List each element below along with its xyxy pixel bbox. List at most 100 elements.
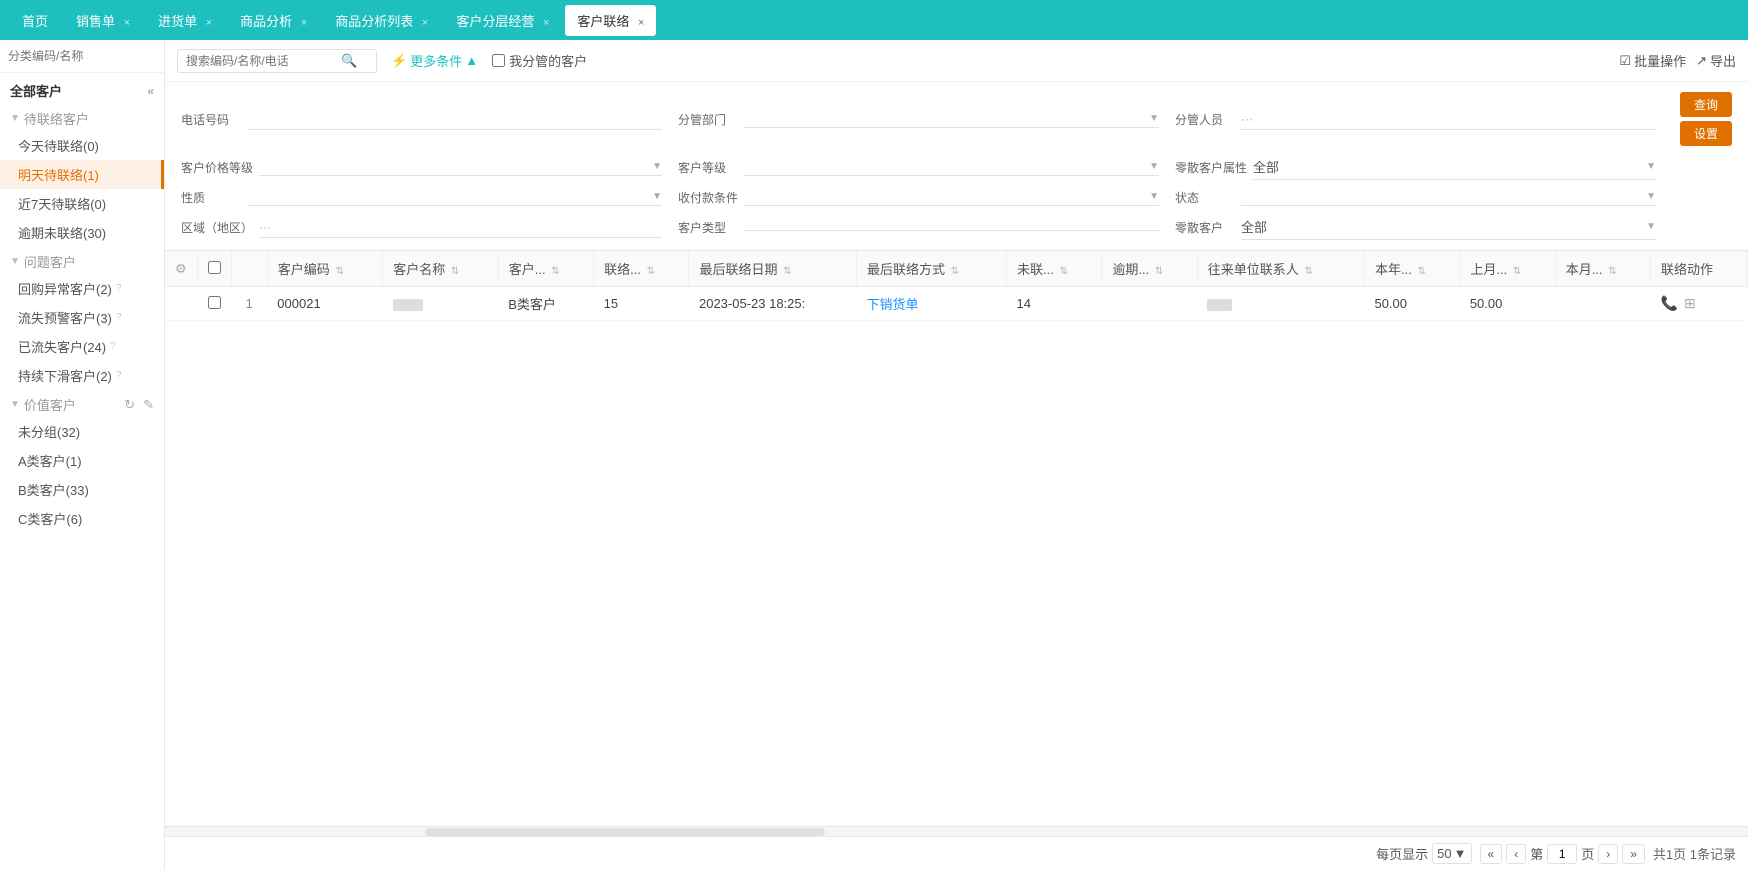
grid-action-icon[interactable]: ⊞ <box>1684 295 1696 312</box>
page-size-value: 50 <box>1437 846 1451 861</box>
value-tier-label: 客户价格等级 <box>181 159 253 176</box>
name-header[interactable]: 客户名称 ⇅ <box>383 251 498 287</box>
nav-purchase[interactable]: 进货单 × <box>146 5 224 36</box>
last-page-button[interactable]: » <box>1622 844 1645 864</box>
value-tier-select[interactable]: ▼ <box>259 158 662 176</box>
sidebar-search-input[interactable] <box>8 49 163 63</box>
customer-type-select[interactable] <box>744 224 1159 231</box>
more-filter-button[interactable]: ⚡ 更多条件 ▲ <box>385 48 484 73</box>
nav-product-list[interactable]: 商品分析列表 × <box>323 5 440 36</box>
value-tier-field: 客户价格等级 ▼ <box>181 158 662 176</box>
close-product-analysis-icon[interactable]: × <box>301 17 307 29</box>
customer-type-label: 客户类型 <box>678 219 738 236</box>
overdue-header[interactable]: 逾期... ⇅ <box>1102 251 1197 287</box>
page-number-input[interactable] <box>1547 844 1577 864</box>
last-date-header[interactable]: 最后联络日期 ⇅ <box>689 251 857 287</box>
sidebar-item-overdue[interactable]: 逾期未联络(30) <box>0 218 164 247</box>
last-method-header[interactable]: 最后联络方式 ⇅ <box>857 251 1007 287</box>
export-button[interactable]: ↗ 导出 <box>1696 51 1736 70</box>
reset-button[interactable]: 设置 <box>1680 121 1732 146</box>
pay-terms-select[interactable]: ▼ <box>744 188 1159 206</box>
sidebar-item-ungrouped[interactable]: 未分组(32) <box>0 417 164 446</box>
sidebar-item-continuous-decline[interactable]: 持续下滑客户(2) ? <box>0 361 164 390</box>
retail-attr-select[interactable]: 全部 ▼ <box>1253 154 1656 180</box>
customer-level-select[interactable]: ▼ <box>744 158 1159 176</box>
gear-header[interactable]: ⚙ <box>165 251 197 287</box>
pay-terms-field: 收付款条件 ▼ <box>678 188 1159 206</box>
manager-field: 分管人员 ··· <box>1175 109 1656 130</box>
nav-sales[interactable]: 销售单 × <box>64 5 142 36</box>
close-product-list-icon[interactable]: × <box>422 17 428 29</box>
prev-page-button[interactable]: ‹ <box>1506 844 1526 864</box>
region-dots-icon[interactable]: ··· <box>259 220 271 234</box>
first-page-button[interactable]: « <box>1480 844 1503 864</box>
nature-select[interactable]: ▼ <box>247 188 662 206</box>
retail-customer-select[interactable]: 全部 ▼ <box>1241 214 1656 240</box>
last-month-header[interactable]: 上月... ⇅ <box>1460 251 1555 287</box>
sidebar-item-lost[interactable]: 已流失客户(24) ? <box>0 332 164 361</box>
sidebar-search-box[interactable]: 🔍 <box>0 40 164 73</box>
sidebar-item-7days[interactable]: 近7天待联络(0) <box>0 189 164 218</box>
sort-icon-overdue: ⇅ <box>1155 266 1163 277</box>
nav-customer-tier[interactable]: 客户分层经营 × <box>444 5 561 36</box>
select-all-checkbox[interactable] <box>208 261 221 274</box>
phone-action-icon[interactable]: 📞 <box>1661 295 1678 312</box>
collapse-icon[interactable]: « <box>147 84 154 98</box>
row-last-method[interactable]: 下销货单 <box>857 287 1007 321</box>
blurred-name <box>393 299 424 311</box>
refresh-icon[interactable]: ↻ <box>124 397 135 413</box>
edit-icon[interactable]: ✎ <box>143 397 154 413</box>
query-button[interactable]: 查询 <box>1680 92 1732 117</box>
type-header[interactable]: 客户... ⇅ <box>498 251 593 287</box>
phone-field: 电话号码 <box>181 109 662 130</box>
close-sales-icon[interactable]: × <box>124 17 130 29</box>
my-customers-checkbox[interactable]: 我分管的客户 <box>492 51 587 70</box>
close-purchase-icon[interactable]: × <box>206 17 212 29</box>
code-header[interactable]: 客户编码 ⇅ <box>267 251 382 287</box>
page-size-select[interactable]: 50 ▼ <box>1432 843 1471 864</box>
batch-op-button[interactable]: ☑ 批量操作 <box>1619 51 1686 70</box>
dots-icon[interactable]: ··· <box>1241 112 1253 126</box>
row-action: 📞 ⊞ <box>1651 287 1748 321</box>
search-icon[interactable]: 🔍 <box>341 53 357 69</box>
nav-customer-contact[interactable]: 客户联络 × <box>565 5 656 36</box>
table-header-row: ⚙ 客户编码 ⇅ 客户名称 ⇅ 客户... ⇅ <box>165 251 1748 287</box>
sidebar-item-class-b[interactable]: B类客户(33) <box>0 475 164 504</box>
division-select[interactable]: ▼ <box>744 110 1159 128</box>
my-customers-check-input[interactable] <box>492 54 505 67</box>
uncontact-header[interactable]: 未联... ⇅ <box>1007 251 1102 287</box>
table-row: 1 000021 B类客户 15 2023-05-23 18:25: 下销货单 … <box>165 287 1748 321</box>
sidebar-item-class-c[interactable]: C类客户(6) <box>0 504 164 533</box>
close-customer-tier-icon[interactable]: × <box>543 17 549 29</box>
unit-contact-header[interactable]: 往来单位联系人 ⇅ <box>1197 251 1364 287</box>
search-input[interactable] <box>186 54 336 68</box>
sidebar-item-class-a[interactable]: A类客户(1) <box>0 446 164 475</box>
row-checkbox[interactable] <box>197 287 231 321</box>
row-uncontact: 14 <box>1007 287 1102 321</box>
phone-input[interactable] <box>247 109 662 130</box>
nav-product-analysis[interactable]: 商品分析 × <box>228 5 319 36</box>
sort-icon-unit: ⇅ <box>1304 266 1312 277</box>
next-page-button[interactable]: › <box>1598 844 1618 864</box>
horizontal-scrollbar[interactable] <box>165 826 1748 836</box>
sidebar-item-lost-risk[interactable]: 流失预警客户(3) ? <box>0 303 164 332</box>
action-header: 联络动作 <box>1651 251 1748 287</box>
last-method-link[interactable]: 下销货单 <box>867 297 919 312</box>
sidebar-group-problem: ▼ 问题客户 <box>0 247 164 274</box>
contact-header[interactable]: 联络... ⇅ <box>594 251 689 287</box>
arrow-icon-3: ▼ <box>10 399 20 410</box>
sidebar-all-customers[interactable]: 全部客户 « <box>0 73 164 104</box>
sidebar-item-repurchase-abnormal[interactable]: 回购异常客户(2) ? <box>0 274 164 303</box>
checkbox-header[interactable] <box>197 251 231 287</box>
nav-home[interactable]: 首页 <box>10 5 60 36</box>
sidebar-item-today[interactable]: 今天待联络(0) <box>0 131 164 160</box>
row-check-input[interactable] <box>208 296 221 309</box>
close-customer-contact-icon[interactable]: × <box>638 17 644 29</box>
sidebar-item-tomorrow[interactable]: 明天待联络(1) <box>0 160 164 189</box>
manager-select[interactable]: ··· <box>1241 109 1656 130</box>
search-box[interactable]: 🔍 <box>177 49 377 73</box>
this-month-header[interactable]: 本月... ⇅ <box>1555 251 1650 287</box>
status-select[interactable]: ▼ <box>1241 188 1656 206</box>
region-select[interactable]: ··· <box>259 217 662 238</box>
this-year-header[interactable]: 本年... ⇅ <box>1364 251 1459 287</box>
